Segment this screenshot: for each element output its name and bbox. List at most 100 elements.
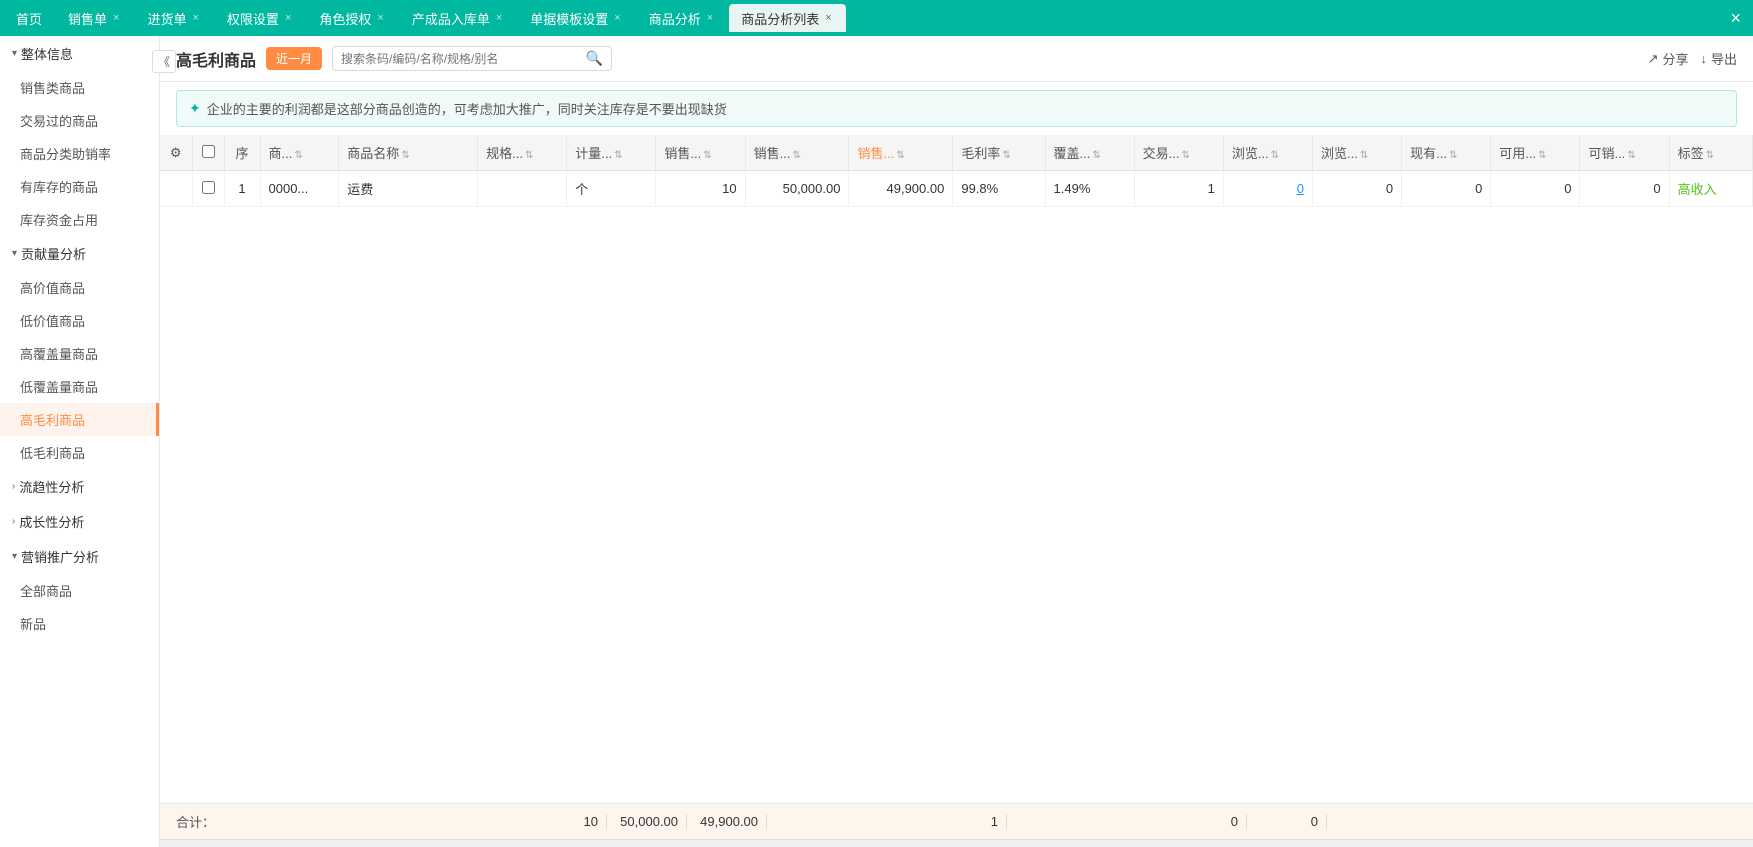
sidebar-item-category-sales-rate[interactable]: 商品分类助销率 bbox=[0, 137, 159, 170]
col-sale-profit-header[interactable]: 销售...⇅ bbox=[849, 135, 953, 171]
tab-bar: 首页 销售单 × 进货单 × 权限设置 × 角色授权 × 产成品入库单 × 单据… bbox=[0, 0, 1753, 36]
sidebar-item-traded-goods[interactable]: 交易过的商品 bbox=[0, 104, 159, 137]
table-row: 1 0000... 运费 个 10 50,000.00 49,900.00 99… bbox=[160, 171, 1753, 207]
footer-summary: 合计： 10 50,000.00 49,900.00 1 0 0 bbox=[160, 803, 1753, 839]
col-available-header[interactable]: 可用...⇅ bbox=[1491, 135, 1580, 171]
row-gross-rate: 99.8% bbox=[953, 171, 1045, 207]
col-name-header[interactable]: 商品名称⇅ bbox=[339, 135, 478, 171]
sidebar-group-marketing[interactable]: ▾ 营销推广分析 bbox=[0, 539, 159, 574]
tab-purchase-order[interactable]: 进货单 × bbox=[135, 4, 212, 32]
sidebar-group-growth[interactable]: › 成长性分析 bbox=[0, 504, 159, 539]
content-header: 高毛利商品 近一月 🔍 ↗ 分享 ↓ 导出 bbox=[160, 36, 1753, 82]
row-checkbox-cell[interactable] bbox=[192, 171, 224, 207]
row-code: 0000... bbox=[260, 171, 339, 207]
select-all-checkbox[interactable] bbox=[202, 145, 215, 158]
sidebar-item-all-goods[interactable]: 全部商品 bbox=[0, 574, 159, 607]
sidebar-item-in-stock-goods[interactable]: 有库存的商品 bbox=[0, 170, 159, 203]
row-num: 1 bbox=[224, 171, 260, 207]
tab-close-product-warehousing[interactable]: × bbox=[494, 12, 504, 24]
row-checkbox[interactable] bbox=[202, 181, 215, 194]
footer-sale-qty: 10 bbox=[527, 814, 607, 829]
tab-bar-close[interactable]: × bbox=[1730, 8, 1749, 29]
sidebar-item-high-coverage-goods[interactable]: 高覆盖量商品 bbox=[0, 337, 159, 370]
col-sale-qty-header[interactable]: 销售...⇅ bbox=[656, 135, 745, 171]
footer-sale-amt: 50,000.00 bbox=[607, 814, 687, 829]
sidebar-item-low-gross-goods[interactable]: 低毛利商品 bbox=[0, 436, 159, 469]
tab-role-auth[interactable]: 角色授权 × bbox=[307, 4, 397, 32]
sidebar-item-high-value-goods[interactable]: 高价值商品 bbox=[0, 271, 159, 304]
sidebar-group-marketing-arrow: ▾ bbox=[12, 551, 17, 562]
col-spec-header[interactable]: 规格...⇅ bbox=[478, 135, 567, 171]
col-checkbox[interactable] bbox=[192, 135, 224, 171]
row-tag: 高收入 bbox=[1669, 171, 1752, 207]
row-spec bbox=[478, 171, 567, 207]
search-icon[interactable]: 🔍 bbox=[586, 50, 603, 67]
search-input[interactable] bbox=[341, 52, 582, 66]
tab-permissions[interactable]: 权限设置 × bbox=[215, 4, 305, 32]
sidebar-group-trend[interactable]: › 流趋性分析 bbox=[0, 469, 159, 504]
col-settings[interactable]: ⚙ bbox=[160, 135, 192, 171]
row-unit: 个 bbox=[567, 171, 656, 207]
tab-close-product-analysis-list[interactable]: × bbox=[823, 12, 833, 24]
settings-icon[interactable]: ⚙ bbox=[170, 145, 182, 160]
col-code-header[interactable]: 商...⇅ bbox=[260, 135, 339, 171]
filter-period-button[interactable]: 近一月 bbox=[266, 47, 322, 70]
sidebar-item-new-goods[interactable]: 新品 bbox=[0, 607, 159, 640]
row-sale-qty: 10 bbox=[656, 171, 745, 207]
col-num-header: 序 bbox=[224, 135, 260, 171]
sidebar-group-contribution[interactable]: ▾ 贡献量分析 bbox=[0, 236, 159, 271]
footer-values: 10 50,000.00 49,900.00 1 0 0 bbox=[231, 814, 1737, 829]
row-current: 0 bbox=[1402, 171, 1491, 207]
sidebar-item-inventory-capital[interactable]: 库存资金占用 bbox=[0, 203, 159, 236]
col-saleable-header[interactable]: 可销...⇅ bbox=[1580, 135, 1669, 171]
col-gross-rate-header[interactable]: 毛利率⇅ bbox=[953, 135, 1045, 171]
sidebar-group-growth-arrow: › bbox=[12, 516, 15, 527]
tab-product-warehousing[interactable]: 产成品入库单 × bbox=[400, 4, 516, 32]
tab-product-analysis[interactable]: 商品分析 × bbox=[637, 4, 727, 32]
tab-home[interactable]: 首页 bbox=[4, 4, 54, 32]
content-area: 《 高毛利商品 近一月 🔍 ↗ 分享 ↓ 导出 ✦ 企 bbox=[160, 36, 1753, 847]
row-settings-cell bbox=[160, 171, 192, 207]
tab-close-role-auth[interactable]: × bbox=[375, 12, 385, 24]
tab-template-settings[interactable]: 单据模板设置 × bbox=[518, 4, 634, 32]
sidebar-group-overall[interactable]: ▾ 整体信息 bbox=[0, 36, 159, 71]
col-browse1-header[interactable]: 浏览...⇅ bbox=[1223, 135, 1312, 171]
header-actions: ↗ 分享 ↓ 导出 bbox=[1648, 49, 1737, 68]
page-title: 高毛利商品 bbox=[176, 47, 256, 71]
footer-trade: 1 bbox=[927, 814, 1007, 829]
row-coverage: 1.49% bbox=[1045, 171, 1134, 207]
info-icon: ✦ bbox=[189, 100, 201, 117]
tab-close-permissions[interactable]: × bbox=[283, 12, 293, 24]
sidebar-item-sales-goods[interactable]: 销售类商品 bbox=[0, 71, 159, 104]
footer-available: 0 bbox=[1247, 814, 1327, 829]
row-browse1[interactable]: 0 bbox=[1223, 171, 1312, 207]
tab-close-sales-order[interactable]: × bbox=[111, 12, 121, 24]
footer-sale-profit: 49,900.00 bbox=[687, 814, 767, 829]
row-sale-amt: 50,000.00 bbox=[745, 171, 849, 207]
col-browse2-header[interactable]: 浏览...⇅ bbox=[1312, 135, 1401, 171]
sidebar-item-low-coverage-goods[interactable]: 低覆盖量商品 bbox=[0, 370, 159, 403]
tab-sales-order[interactable]: 销售单 × bbox=[56, 4, 133, 32]
scrollbar-area[interactable] bbox=[160, 839, 1753, 847]
col-trade-header[interactable]: 交易...⇅ bbox=[1134, 135, 1223, 171]
export-button[interactable]: ↓ 导出 bbox=[1700, 49, 1737, 68]
col-unit-header[interactable]: 计量...⇅ bbox=[567, 135, 656, 171]
row-available: 0 bbox=[1491, 171, 1580, 207]
col-sale-amt-header[interactable]: 销售...⇅ bbox=[745, 135, 849, 171]
sidebar-item-high-gross-goods[interactable]: 高毛利商品 bbox=[0, 403, 159, 436]
tab-close-product-analysis[interactable]: × bbox=[705, 12, 715, 24]
sidebar-group-overall-arrow: ▾ bbox=[12, 48, 17, 59]
sidebar-collapse-button[interactable]: 《 bbox=[160, 50, 176, 73]
info-banner: ✦ 企业的主要的利润都是这部分商品创造的，可考虑加大推广，同时关注库存是不要出现… bbox=[176, 90, 1737, 127]
tab-close-template-settings[interactable]: × bbox=[612, 12, 622, 24]
tab-close-purchase-order[interactable]: × bbox=[190, 12, 200, 24]
col-current-header[interactable]: 现有...⇅ bbox=[1402, 135, 1491, 171]
tab-product-analysis-list[interactable]: 商品分析列表 × bbox=[729, 4, 845, 32]
share-button[interactable]: ↗ 分享 bbox=[1648, 49, 1689, 68]
table-wrapper: ⚙ 序 商...⇅ 商品名称⇅ 规格...⇅ 计量...⇅ 销售...⇅ 销售.… bbox=[160, 135, 1753, 803]
sidebar: ▾ 整体信息 销售类商品 交易过的商品 商品分类助销率 有库存的商品 库存资金占… bbox=[0, 36, 160, 847]
col-tag-header[interactable]: 标签⇅ bbox=[1669, 135, 1752, 171]
sidebar-item-low-value-goods[interactable]: 低价值商品 bbox=[0, 304, 159, 337]
col-coverage-header[interactable]: 覆盖...⇅ bbox=[1045, 135, 1134, 171]
row-browse2: 0 bbox=[1312, 171, 1401, 207]
